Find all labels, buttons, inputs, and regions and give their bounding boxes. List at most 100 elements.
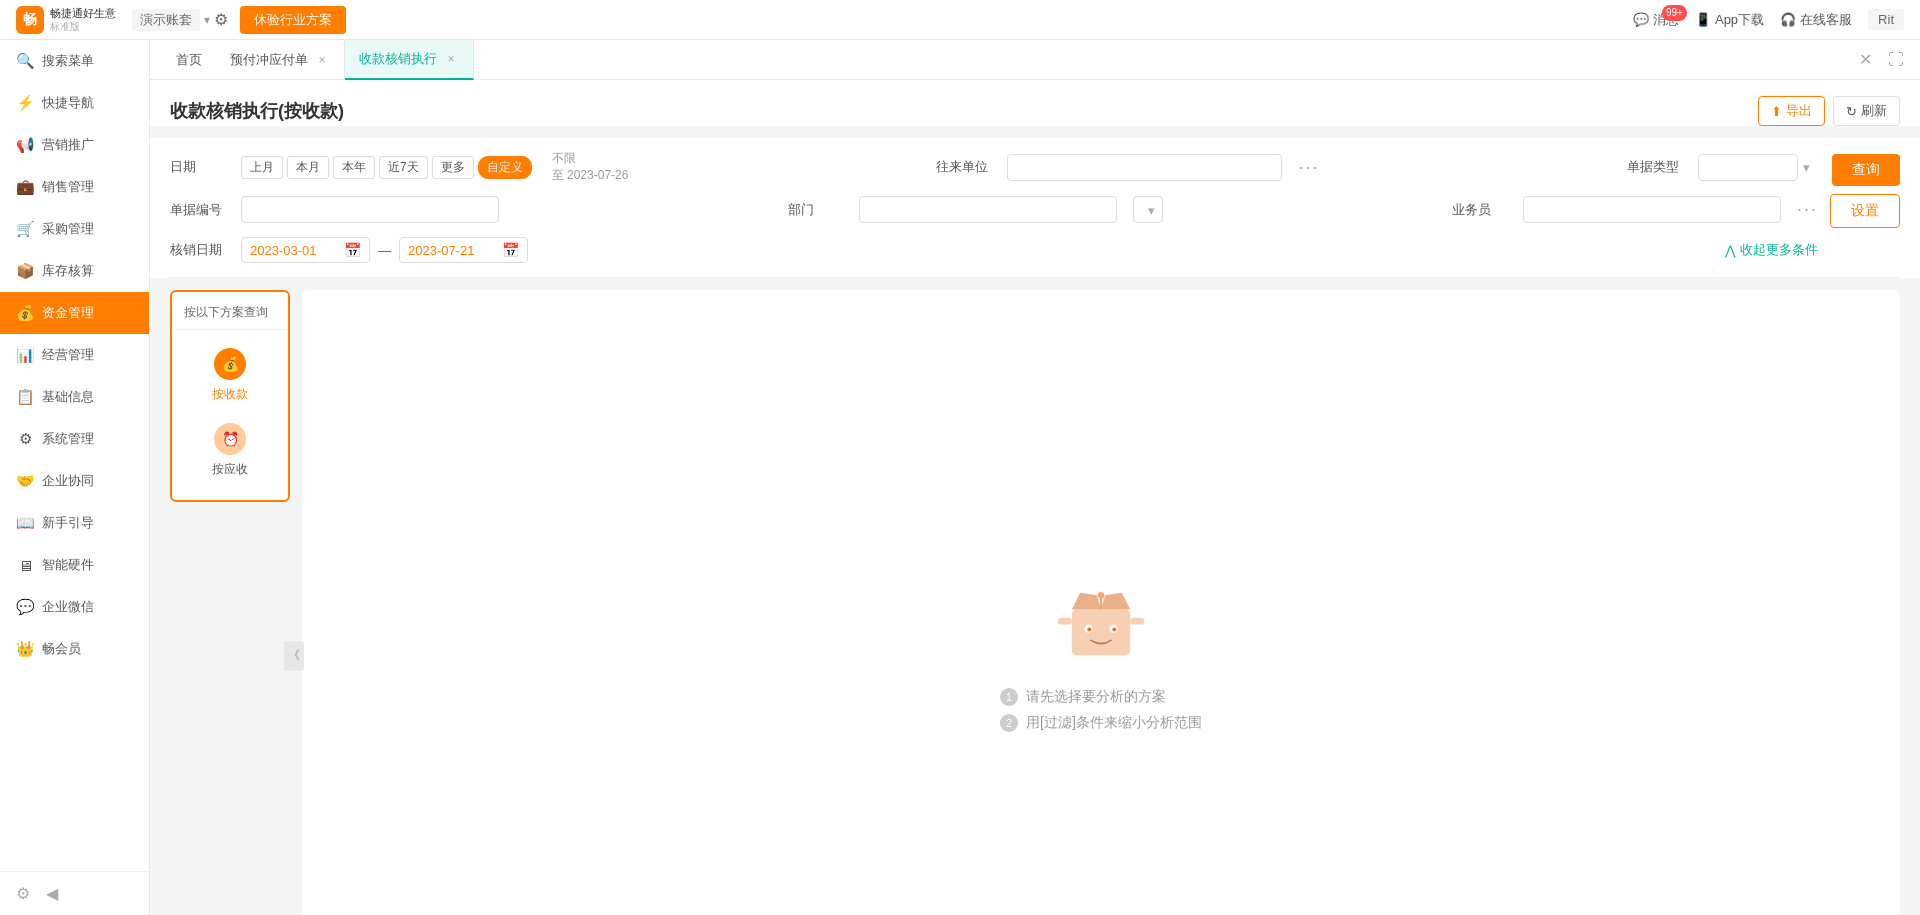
company-name[interactable]: 演示账套 (132, 9, 200, 31)
tab-verification[interactable]: 收款核销执行 × (345, 40, 474, 80)
sidebar-item-sales[interactable]: 💼 销售管理 (0, 166, 149, 208)
refresh-button[interactable]: ↻ 刷新 (1833, 96, 1900, 126)
counterpart-input[interactable] (1007, 154, 1283, 181)
collapse-icon: ⋀ (1725, 243, 1736, 258)
sidebar-item-quicknav[interactable]: ⚡ 快捷导航 (0, 82, 149, 124)
query-panel-title: 按以下方案查询 (172, 304, 288, 330)
calendar-start-icon[interactable]: 📅 (344, 242, 361, 258)
empty-illustration (1051, 572, 1151, 672)
filter-row-3: 核销日期 📅 — 📅 (170, 235, 1818, 265)
query-button[interactable]: 查询 (1832, 154, 1900, 186)
page-content: 收款核销执行(按收款) ⬆ 导出 ↻ 刷新 (150, 80, 1920, 915)
message-button[interactable]: 💬 消息 99+ (1633, 11, 1679, 29)
salesman-input[interactable] (1523, 196, 1781, 223)
settings-bottom-icon[interactable]: ⚙ (16, 884, 30, 903)
inventory-icon: 📦 (16, 262, 34, 280)
date-btn-more[interactable]: 更多 (432, 156, 474, 179)
online-service-button[interactable]: 🎧 在线客服 (1780, 11, 1852, 29)
counterpart-dots[interactable]: ··· (1298, 157, 1319, 178)
sidebar-item-finance[interactable]: 💰 资金管理 (0, 292, 149, 334)
verify-date-label: 核销日期 (170, 241, 225, 259)
date-btn-last-month[interactable]: 上月 (241, 156, 283, 179)
receivable-icon-circle: ⏰ (214, 423, 246, 455)
verify-date-end[interactable] (408, 243, 498, 258)
date-btn-this-year[interactable]: 本年 (333, 156, 375, 179)
svg-rect-7 (1058, 617, 1072, 624)
logo-text: 畅捷通好生意 标准版 (50, 6, 116, 33)
app-download-button[interactable]: 📱 App下载 (1695, 11, 1764, 29)
tab-close-prepay[interactable]: × (314, 52, 330, 68)
filter-area-inner: 日期 上月 本月 本年 近7天 更多 自定义 不限 至 (170, 150, 1900, 277)
tab-bar: 首页 预付冲应付单 × 收款核销执行 × ✕ ⛶ (150, 40, 1920, 80)
receivable-icon: ⏰ (222, 431, 239, 447)
export-icon: ⬆ (1771, 104, 1782, 119)
salesman-dots[interactable]: ··· (1797, 199, 1818, 220)
sidebar-item-member[interactable]: 👑 畅会员 (0, 628, 149, 670)
doctype-select-wrap (1698, 154, 1818, 181)
topbar-right: 💬 消息 99+ 📱 App下载 🎧 在线客服 Rit (1633, 9, 1904, 30)
tab-expand-icon[interactable]: ⛶ (1884, 47, 1908, 73)
date-btn-custom[interactable]: 自定义 (478, 156, 532, 179)
sidebar-item-management[interactable]: 📊 经营管理 (0, 334, 149, 376)
dropdown-icon[interactable]: ▾ (204, 13, 210, 27)
topbar: 畅 畅捷通好生意 标准版 演示账套 ▾ ⚙ 休验行业方案 💬 消息 99+ 📱 … (0, 0, 1920, 40)
doctype-label: 单据类型 (1627, 158, 1682, 176)
empty-state: 1 请先选择要分析的方案 2 用[过滤]条件来缩小分析范围 (1000, 572, 1202, 740)
tab-home[interactable]: 首页 (162, 40, 216, 80)
filter-row-1: 日期 上月 本月 本年 近7天 更多 自定义 不限 至 (170, 150, 1818, 184)
topbar-title-area: 演示账套 ▾ ⚙ 休验行业方案 (132, 6, 1625, 34)
dept-input[interactable] (859, 196, 1117, 223)
query-btn-area: 查询 设置 (1818, 150, 1900, 277)
panel-collapse-arrow[interactable]: 《 (284, 641, 304, 671)
svg-point-4 (1112, 627, 1116, 631)
sidebar-item-collab[interactable]: 🤝 企业协同 (0, 460, 149, 502)
hardware-icon: 🖥 (16, 557, 34, 574)
basicinfo-icon: 📋 (16, 388, 34, 406)
plan-button[interactable]: 休验行业方案 (240, 6, 346, 34)
sidebar-item-inventory[interactable]: 📦 库存核算 (0, 250, 149, 292)
sidebar-item-guide[interactable]: 📖 新手引导 (0, 502, 149, 544)
docno-label: 单据编号 (170, 201, 225, 219)
collapse-sidebar-icon[interactable]: ◀ (46, 884, 58, 903)
docno-input-wrap (241, 196, 499, 223)
empty-tip-2: 2 用[过滤]条件来缩小分析范围 (1000, 714, 1202, 732)
query-option-by-receipt[interactable]: 💰 按收款 (172, 338, 288, 413)
query-panel: 按以下方案查询 💰 按收款 ⏰ 按应收 (170, 290, 290, 502)
tab-close-icon[interactable]: ✕ (1855, 46, 1876, 73)
sidebar-item-purchase[interactable]: 🛒 采购管理 (0, 208, 149, 250)
settings-button[interactable]: 设置 (1830, 194, 1900, 228)
user-profile[interactable]: Rit (1868, 9, 1904, 30)
docno-input[interactable] (241, 196, 499, 223)
sidebar-item-hardware[interactable]: 🖥 智能硬件 (0, 544, 149, 586)
sidebar-item-system[interactable]: ⚙ 系统管理 (0, 418, 149, 460)
gear-icon[interactable]: ⚙ (214, 10, 228, 29)
message-icon: 💬 (1633, 12, 1649, 27)
date-btn-this-month[interactable]: 本月 (287, 156, 329, 179)
doctype-select[interactable] (1698, 154, 1798, 181)
dept-select[interactable] (1133, 196, 1163, 223)
page-title-row: 收款核销执行(按收款) ⬆ 导出 ↻ 刷新 (170, 96, 1900, 126)
logo-icon: 畅 (16, 6, 44, 34)
collapse-button[interactable]: ⋀ 收起更多条件 (1725, 235, 1818, 265)
export-button[interactable]: ⬆ 导出 (1758, 96, 1825, 126)
counterpart-input-wrap (1007, 154, 1283, 181)
tab-prepay[interactable]: 预付冲应付单 × (216, 40, 345, 80)
filter-fields: 日期 上月 本月 本年 近7天 更多 自定义 不限 至 (170, 150, 1818, 277)
sidebar-item-search[interactable]: 🔍 搜索菜单 (0, 40, 149, 82)
svg-point-3 (1087, 627, 1091, 631)
query-option-by-receivable[interactable]: ⏰ 按应收 (172, 413, 288, 488)
verify-date-start[interactable] (250, 243, 340, 258)
sidebar-item-marketing[interactable]: 📢 营销推广 (0, 124, 149, 166)
guide-icon: 📖 (16, 514, 34, 532)
sidebar-item-basicinfo[interactable]: 📋 基础信息 (0, 376, 149, 418)
page-actions: ⬆ 导出 ↻ 刷新 (1758, 96, 1900, 126)
tab-close-verification[interactable]: × (443, 51, 459, 67)
receipt-label: 按收款 (212, 386, 248, 403)
date-btn-7days[interactable]: 近7天 (379, 156, 428, 179)
quicknav-icon: ⚡ (16, 94, 34, 112)
svg-rect-8 (1130, 617, 1144, 624)
empty-tip-1: 1 请先选择要分析的方案 (1000, 688, 1202, 706)
sidebar-item-weixin[interactable]: 💬 企业微信 (0, 586, 149, 628)
calendar-end-icon[interactable]: 📅 (502, 242, 519, 258)
dept-input-wrap (859, 196, 1117, 223)
